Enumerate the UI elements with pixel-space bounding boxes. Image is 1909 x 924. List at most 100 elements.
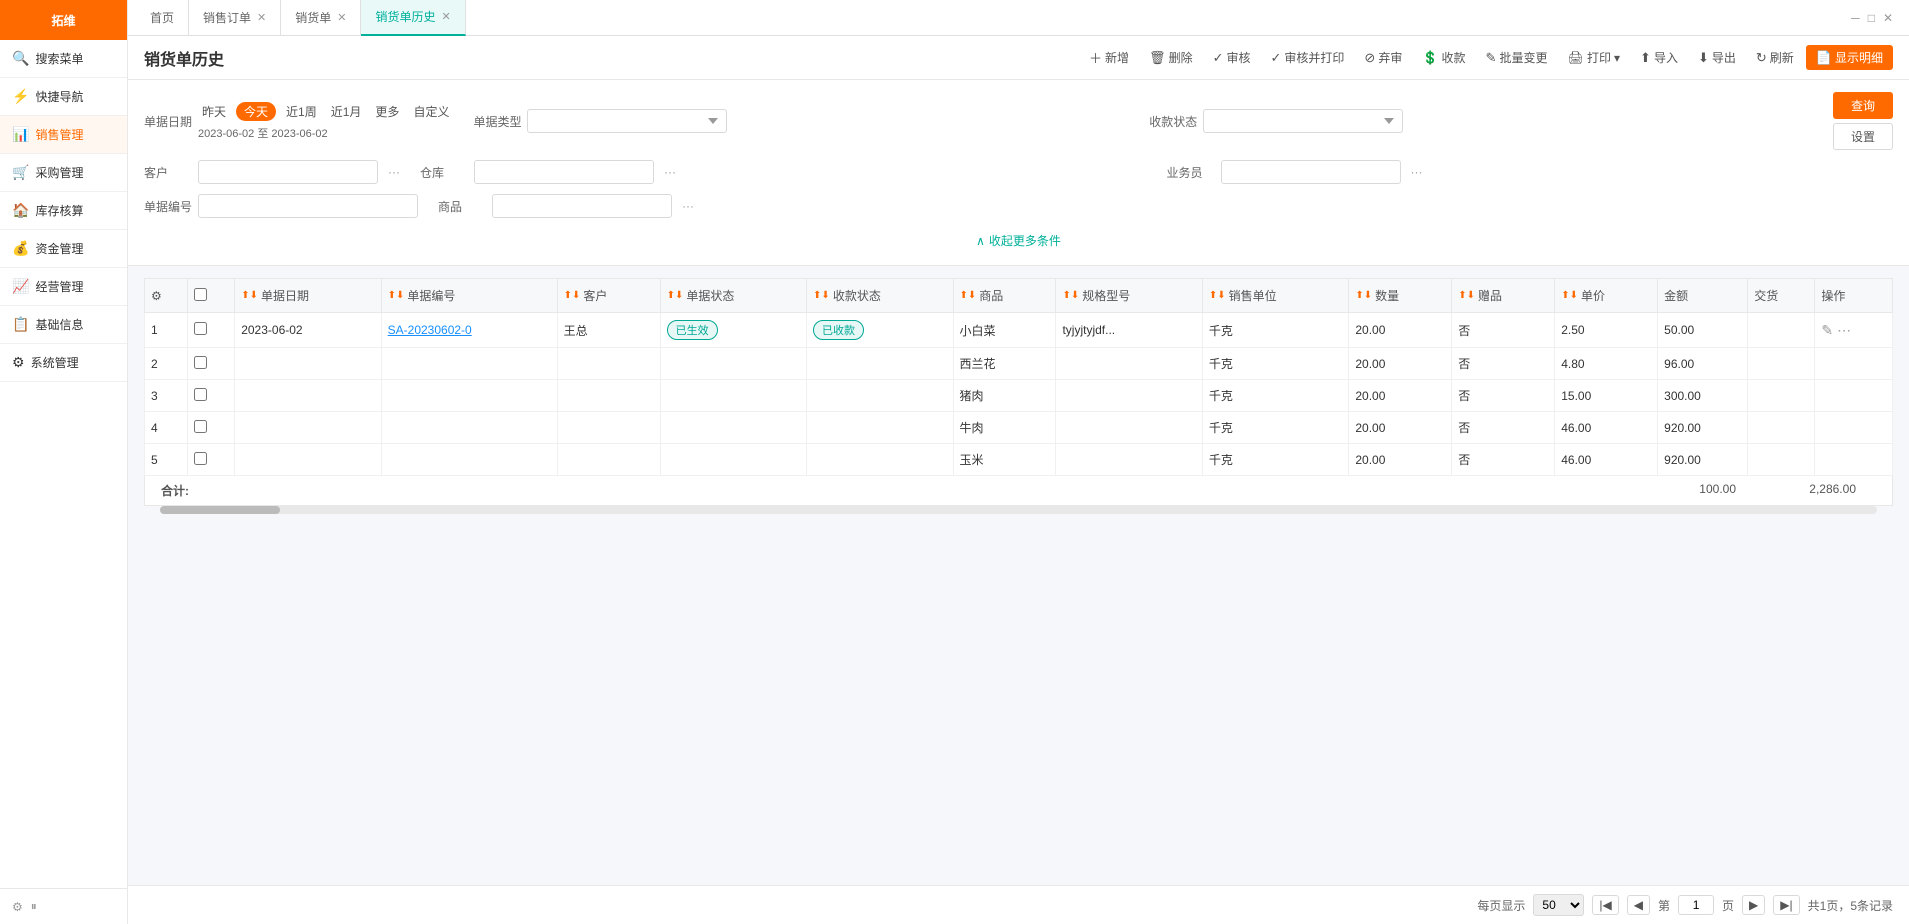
total-pages: 共1页，5条记录 bbox=[1808, 897, 1893, 914]
doc-status-badge-0: 已生效 bbox=[667, 320, 718, 340]
customer-input[interactable] bbox=[198, 160, 378, 184]
cell-actions-2 bbox=[1815, 380, 1893, 412]
th-doc-date[interactable]: ⬆⬇单据日期 bbox=[235, 279, 381, 313]
basic-info-icon: 📋 bbox=[12, 316, 29, 333]
th-doc-status[interactable]: ⬆⬇单据状态 bbox=[660, 279, 806, 313]
sidebar-item-purchase-mgmt[interactable]: 🛒 采购管理 bbox=[0, 154, 127, 192]
cell-delivery-0 bbox=[1748, 313, 1815, 348]
th-qty[interactable]: ⬆⬇数量 bbox=[1349, 279, 1452, 313]
cell-qty-3: 20.00 bbox=[1349, 412, 1452, 444]
shortcut-today[interactable]: 今天 bbox=[236, 102, 276, 121]
th-product[interactable]: ⬆⬇商品 bbox=[953, 279, 1056, 313]
cell-doc-number-0[interactable]: SA-20230602-0 bbox=[381, 313, 557, 348]
salesperson-ellipsis[interactable]: ··· bbox=[1411, 165, 1423, 179]
cell-spec-0: tyjyjtyjdf... bbox=[1056, 313, 1202, 348]
cell-amount-0: 50.00 bbox=[1658, 313, 1748, 348]
tab-home[interactable]: 首页 bbox=[136, 0, 189, 36]
collection-status-select[interactable] bbox=[1203, 109, 1403, 133]
shortcut-last7[interactable]: 近1周 bbox=[282, 102, 321, 121]
warehouse-ellipsis[interactable]: ··· bbox=[664, 165, 676, 179]
approve-print-button[interactable]: ✓ 审核并打印 bbox=[1263, 45, 1353, 70]
shortcut-more[interactable]: 更多 bbox=[371, 102, 403, 121]
more-btn-0[interactable]: ⋯ bbox=[1837, 322, 1851, 339]
row-checkbox-2[interactable] bbox=[194, 388, 207, 401]
th-doc-number[interactable]: ⬆⬇单据编号 bbox=[381, 279, 557, 313]
batch-change-button[interactable]: ✎ 批量变更 bbox=[1478, 45, 1556, 70]
sidebar-item-finance-mgmt[interactable]: 💰 资金管理 bbox=[0, 230, 127, 268]
th-sales-unit[interactable]: ⬆⬇销售单位 bbox=[1202, 279, 1348, 313]
doc-number-filter: 单据编号 bbox=[144, 194, 418, 218]
data-table: ⚙ ⬆⬇单据日期 ⬆⬇单据编号 ⬆⬇客户 ⬆⬇单据状态 ⬆⬇收款状态 ⬆⬇商品 … bbox=[144, 278, 1893, 476]
edit-btn-0[interactable]: ✎ bbox=[1821, 322, 1833, 339]
tab-sales-order[interactable]: 销售订单 ✕ bbox=[189, 0, 281, 36]
cell-row-num-4: 5 bbox=[145, 444, 188, 476]
export-button[interactable]: ⬇ 导出 bbox=[1690, 45, 1744, 70]
import-button[interactable]: ⬆ 导入 bbox=[1632, 45, 1686, 70]
shortcut-yesterday[interactable]: 昨天 bbox=[198, 102, 230, 121]
row-checkbox-4[interactable] bbox=[194, 452, 207, 465]
minimize-btn[interactable]: ─ bbox=[1851, 11, 1860, 25]
sidebar-item-quick-nav[interactable]: ⚡ 快捷导航 bbox=[0, 78, 127, 116]
maximize-btn[interactable]: □ bbox=[1868, 11, 1875, 25]
doc-number-link-0[interactable]: SA-20230602-0 bbox=[388, 323, 472, 337]
refresh-button[interactable]: ↻ 刷新 bbox=[1748, 45, 1802, 70]
th-spec[interactable]: ⬆⬇规格型号 bbox=[1056, 279, 1202, 313]
th-payment-status[interactable]: ⬆⬇收款状态 bbox=[807, 279, 953, 313]
row-checkbox-0[interactable] bbox=[194, 322, 207, 335]
sidebar-item-ops-mgmt[interactable]: 📈 经营管理 bbox=[0, 268, 127, 306]
query-button[interactable]: 查询 bbox=[1833, 92, 1893, 119]
sidebar-pause-icon[interactable]: ⏸ bbox=[31, 899, 37, 914]
delete-button[interactable]: 🗑 删除 bbox=[1141, 45, 1201, 70]
row-checkbox-1[interactable] bbox=[194, 356, 207, 369]
page-content: 销货单历史 ＋ 新增 🗑 删除 ✓ 审核 ✓ 审核并打印 ⊘ 弃审 bbox=[128, 36, 1909, 924]
shortcut-custom[interactable]: 自定义 bbox=[409, 102, 453, 121]
row-checkbox-3[interactable] bbox=[194, 420, 207, 433]
th-unit-price[interactable]: ⬆⬇单价 bbox=[1555, 279, 1658, 313]
sidebar-collapse-icon[interactable]: ⚙ bbox=[12, 900, 23, 914]
sort-icon-docnum: ⬆⬇ bbox=[388, 290, 405, 301]
scroll-thumb[interactable] bbox=[160, 506, 280, 514]
sidebar-item-basic-info[interactable]: 📋 基础信息 bbox=[0, 306, 127, 344]
select-all-checkbox[interactable] bbox=[194, 288, 207, 301]
approve-button[interactable]: ✓ 审核 bbox=[1205, 45, 1259, 70]
col-label-doc-number: 单据编号 bbox=[407, 287, 455, 304]
th-gear[interactable]: ⚙ bbox=[145, 279, 188, 313]
th-customer[interactable]: ⬆⬇客户 bbox=[557, 279, 660, 313]
tab-sales-delivery-history[interactable]: 销货单历史 ✕ bbox=[361, 0, 465, 36]
next-page-btn[interactable]: ▶ bbox=[1742, 895, 1765, 915]
collapse-button[interactable]: ∧ 收起更多条件 bbox=[144, 228, 1893, 253]
settings-button[interactable]: 设置 bbox=[1833, 123, 1893, 150]
first-page-btn[interactable]: |◀ bbox=[1592, 895, 1618, 915]
doc-type-select[interactable] bbox=[527, 109, 727, 133]
th-gift[interactable]: ⬆⬇赠品 bbox=[1452, 279, 1555, 313]
warehouse-input[interactable] bbox=[474, 160, 654, 184]
cell-actions-4 bbox=[1815, 444, 1893, 476]
shortcut-last30[interactable]: 近1月 bbox=[327, 102, 366, 121]
tab-close-sales-delivery[interactable]: ✕ bbox=[337, 11, 346, 24]
product-ellipsis[interactable]: ··· bbox=[682, 199, 694, 213]
new-button[interactable]: ＋ 新增 bbox=[1081, 44, 1137, 71]
product-input[interactable] bbox=[492, 194, 672, 218]
page-size-select[interactable]: 10 20 50 100 bbox=[1533, 894, 1584, 916]
tab-close-history[interactable]: ✕ bbox=[442, 10, 451, 23]
cell-gift-1: 否 bbox=[1452, 348, 1555, 380]
page-number-input[interactable] bbox=[1678, 895, 1714, 915]
salesperson-input[interactable] bbox=[1221, 160, 1401, 184]
sidebar-item-sales-mgmt[interactable]: 📊 销售管理 bbox=[0, 116, 127, 154]
collect-button[interactable]: 💲 收款 bbox=[1414, 45, 1473, 70]
print-button[interactable]: 🖨 打印 ▾ bbox=[1559, 45, 1628, 70]
doc-number-input[interactable] bbox=[198, 194, 418, 218]
sidebar-item-sys-mgmt[interactable]: ⚙ 系统管理 bbox=[0, 344, 127, 382]
tab-close-sales-order[interactable]: ✕ bbox=[257, 11, 266, 24]
customer-ellipsis[interactable]: ··· bbox=[388, 165, 400, 179]
show-detail-button[interactable]: 📄 显示明细 bbox=[1806, 45, 1893, 70]
tab-sales-delivery[interactable]: 销货单 ✕ bbox=[281, 0, 361, 36]
abandon-button[interactable]: ⊘ 弃审 bbox=[1356, 45, 1410, 70]
cell-amount-4: 920.00 bbox=[1658, 444, 1748, 476]
prev-page-btn[interactable]: ◀ bbox=[1627, 895, 1650, 915]
sidebar-item-search[interactable]: 🔍 搜索菜单 bbox=[0, 40, 127, 78]
last-page-btn[interactable]: ▶| bbox=[1773, 895, 1799, 915]
close-btn[interactable]: ✕ bbox=[1883, 11, 1893, 25]
sidebar-item-stock-calc[interactable]: 🏠 库存核算 bbox=[0, 192, 127, 230]
horizontal-scrollbar[interactable] bbox=[160, 506, 1877, 514]
